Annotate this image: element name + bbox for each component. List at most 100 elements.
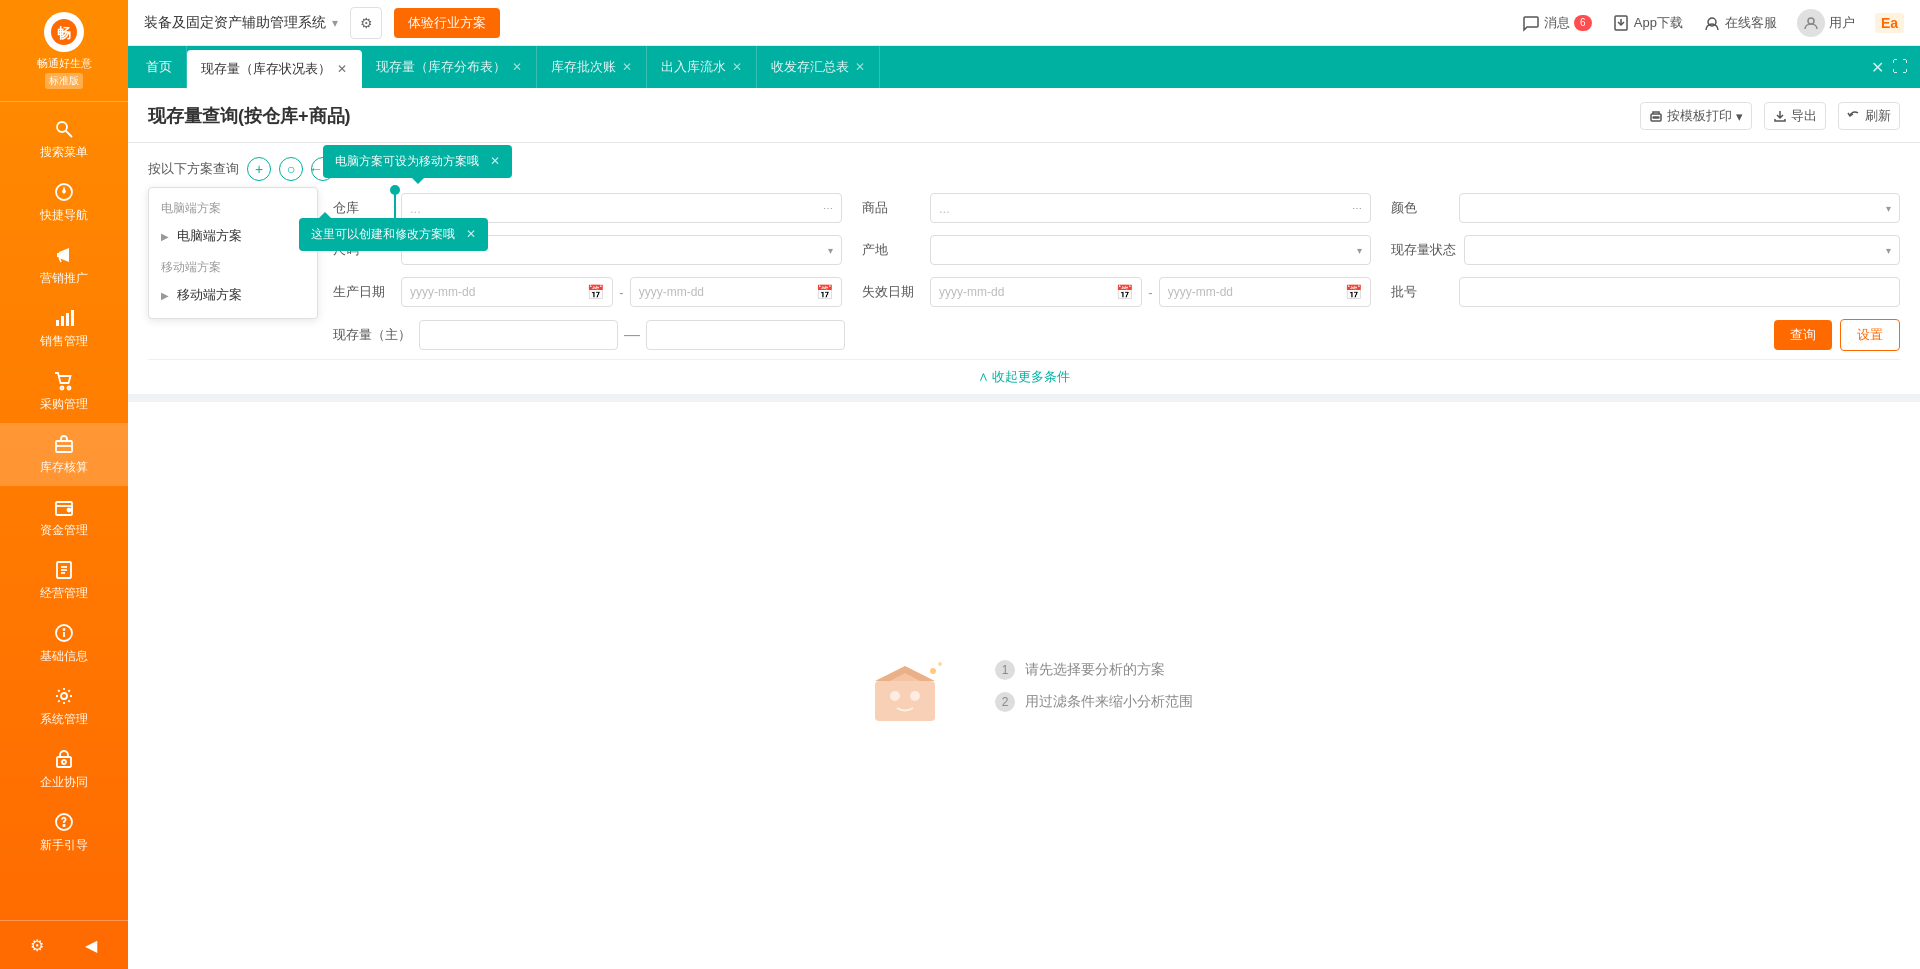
tab-recv-summary[interactable]: 收发存汇总表 ✕ bbox=[757, 46, 880, 88]
close-all-tabs-btn[interactable]: ✕ bbox=[1871, 58, 1884, 77]
step1-text: 请先选择要分析的方案 bbox=[1025, 661, 1165, 679]
sidebar-item-enterprise[interactable]: 企业协同 bbox=[0, 738, 128, 801]
color-select[interactable]: ▾ bbox=[1459, 193, 1900, 223]
tab-inventory-status-close[interactable]: ✕ bbox=[337, 62, 347, 76]
stock-qty-end-input[interactable] bbox=[646, 320, 845, 350]
message-button[interactable]: 消息 6 bbox=[1522, 14, 1592, 32]
goods-select[interactable]: ... ⋯ bbox=[930, 193, 1371, 223]
sidebar-item-guide[interactable]: 新手引导 bbox=[0, 801, 128, 864]
compass-icon bbox=[53, 181, 75, 203]
beta-label: Ea bbox=[1875, 13, 1904, 33]
expire-date-sep: - bbox=[1148, 285, 1152, 300]
tab-home[interactable]: 首页 bbox=[132, 46, 187, 88]
sidebar-item-basic[interactable]: 基础信息 bbox=[0, 612, 128, 675]
tab-batch-ledger[interactable]: 库存批次账 ✕ bbox=[537, 46, 647, 88]
expire-date-start-input[interactable]: yyyy-mm-dd 📅 bbox=[930, 277, 1142, 307]
experience-button[interactable]: 体验行业方案 bbox=[394, 8, 500, 38]
sidebar-item-sales-label: 销售管理 bbox=[40, 333, 88, 350]
origin-select-arrow: ▾ bbox=[1357, 245, 1362, 256]
origin-select[interactable]: ▾ bbox=[930, 235, 1371, 265]
app-download-button[interactable]: App下载 bbox=[1612, 14, 1683, 32]
edit-scheme-btn[interactable]: ○ bbox=[279, 157, 303, 181]
search-button[interactable]: 查询 bbox=[1774, 320, 1832, 350]
report-icon bbox=[53, 559, 75, 581]
produce-date-start-input[interactable]: yyyy-mm-dd 📅 bbox=[401, 277, 613, 307]
sidebar-item-finance[interactable]: 资金管理 bbox=[0, 486, 128, 549]
collapse-bar[interactable]: ∧ 收起更多条件 bbox=[148, 359, 1900, 394]
refresh-label: 刷新 bbox=[1865, 107, 1891, 125]
expire-date-end-calendar-icon: 📅 bbox=[1345, 284, 1362, 300]
scheme-item-desktop[interactable]: ▶ 电脑端方案 bbox=[149, 221, 317, 251]
enterprise-icon bbox=[53, 748, 75, 770]
settings-footer-btn[interactable]: ⚙ bbox=[23, 931, 51, 959]
sidebar: 畅 畅通好生意 标准版 搜索菜单 快捷导航 营销推广 bbox=[0, 0, 128, 969]
sidebar-item-sales[interactable]: 销售管理 bbox=[0, 297, 128, 360]
sidebar-item-inventory[interactable]: 库存核算 bbox=[0, 423, 128, 486]
system-name-text: 装备及固定资产辅助管理系统 bbox=[144, 14, 326, 32]
filter-row-4: 现存量（主） — 查询 设置 bbox=[333, 319, 1900, 351]
svg-point-27 bbox=[63, 825, 64, 826]
sidebar-item-operations[interactable]: 经营管理 bbox=[0, 549, 128, 612]
sidebar-item-basic-label: 基础信息 bbox=[40, 648, 88, 665]
tab-recv-summary-close[interactable]: ✕ bbox=[855, 60, 865, 74]
sidebar-item-search[interactable]: 搜索菜单 bbox=[0, 108, 128, 171]
expand-icon-mobile: ▶ bbox=[161, 290, 169, 301]
cart-icon bbox=[53, 370, 75, 392]
produce-date-end-input[interactable]: yyyy-mm-dd 📅 bbox=[630, 277, 842, 307]
print-template-label: 按模板打印 bbox=[1667, 107, 1732, 125]
filter-color: 颜色 ▾ bbox=[1391, 193, 1900, 223]
filter-produce-date: 生产日期 yyyy-mm-dd 📅 - yyyy-mm-dd 📅 bbox=[333, 277, 842, 307]
guide-dot bbox=[390, 185, 400, 195]
sidebar-item-system-label: 系统管理 bbox=[40, 711, 88, 728]
tab-inventory-dist[interactable]: 现存量（库存分布表） ✕ bbox=[362, 46, 537, 88]
collapse-sidebar-btn[interactable]: ◀ bbox=[77, 931, 105, 959]
stock-status-select[interactable]: ▾ bbox=[1464, 235, 1900, 265]
sidebar-item-purchase[interactable]: 采购管理 bbox=[0, 360, 128, 423]
warehouse-label: 仓库 bbox=[333, 199, 393, 217]
export-button[interactable]: 导出 bbox=[1764, 102, 1826, 130]
print-template-arrow: ▾ bbox=[1736, 109, 1743, 124]
tab-inventory-dist-label: 现存量（库存分布表） bbox=[376, 58, 506, 76]
tab-inventory-status[interactable]: 现存量（库存状况表） ✕ bbox=[187, 50, 362, 88]
app-download-label: App下载 bbox=[1634, 14, 1683, 32]
print-template-button[interactable]: 按模板打印 ▾ bbox=[1640, 102, 1752, 130]
add-scheme-btn[interactable]: + bbox=[247, 157, 271, 181]
sidebar-item-quicknav[interactable]: 快捷导航 bbox=[0, 171, 128, 234]
produce-date-label: 生产日期 bbox=[333, 283, 393, 301]
tab-inout-flow[interactable]: 出入库流水 ✕ bbox=[647, 46, 757, 88]
scheme-item-desktop-label: 电脑端方案 bbox=[177, 227, 242, 245]
reset-button[interactable]: 设置 bbox=[1840, 319, 1900, 351]
tab-inventory-dist-close[interactable]: ✕ bbox=[512, 60, 522, 74]
scheme-item-mobile[interactable]: ▶ 移动端方案 bbox=[149, 280, 317, 310]
user-menu[interactable]: 用户 bbox=[1797, 9, 1855, 37]
tab-inout-flow-close[interactable]: ✕ bbox=[732, 60, 742, 74]
refresh-button[interactable]: 刷新 bbox=[1838, 102, 1900, 130]
expire-date-end-input[interactable]: yyyy-mm-dd 📅 bbox=[1159, 277, 1371, 307]
system-name-dropdown-icon[interactable]: ▾ bbox=[332, 16, 338, 30]
online-service-button[interactable]: 在线客服 bbox=[1703, 14, 1777, 32]
filter-header: 按以下方案查询 + ○ ←← 电脑方案可设为移动方案哦 ✕ bbox=[148, 157, 1900, 181]
tab-batch-ledger-close[interactable]: ✕ bbox=[622, 60, 632, 74]
expand-icon: ▶ bbox=[161, 231, 169, 242]
sidebar-item-inventory-label: 库存核算 bbox=[40, 459, 88, 476]
sidebar-item-system[interactable]: 系统管理 bbox=[0, 675, 128, 738]
page-title-row: 现存量查询(按仓库+商品) 按模板打印 ▾ 导出 刷新 bbox=[148, 102, 1900, 130]
scheme-item-mobile-label: 移动端方案 bbox=[177, 286, 242, 304]
create-tooltip-text: 这里可以创建和修改方案哦 bbox=[311, 227, 455, 241]
expire-date-label: 失效日期 bbox=[862, 283, 922, 301]
stock-qty-start-input[interactable] bbox=[419, 320, 618, 350]
sidebar-item-marketing-label: 营销推广 bbox=[40, 270, 88, 287]
search-icon bbox=[53, 118, 75, 140]
scheme-tooltip-close[interactable]: ✕ bbox=[490, 154, 500, 168]
sidebar-item-search-label: 搜索菜单 bbox=[40, 144, 88, 161]
maximize-btn[interactable]: ⛶ bbox=[1892, 58, 1908, 76]
produce-date-end-placeholder: yyyy-mm-dd bbox=[639, 285, 704, 299]
filter-area: 按以下方案查询 + ○ ←← 电脑方案可设为移动方案哦 ✕ ↑ 电脑端方案 ▶ … bbox=[128, 143, 1920, 394]
goods-label: 商品 bbox=[862, 199, 922, 217]
filter-row-1: 仓库 ... ⋯ 商品 ... ⋯ bbox=[333, 193, 1900, 223]
message-badge: 6 bbox=[1574, 15, 1592, 31]
sidebar-item-marketing[interactable]: 营销推广 bbox=[0, 234, 128, 297]
batch-no-input[interactable] bbox=[1459, 277, 1900, 307]
create-tooltip-close[interactable]: ✕ bbox=[466, 227, 476, 241]
gear-button[interactable]: ⚙ bbox=[350, 7, 382, 39]
